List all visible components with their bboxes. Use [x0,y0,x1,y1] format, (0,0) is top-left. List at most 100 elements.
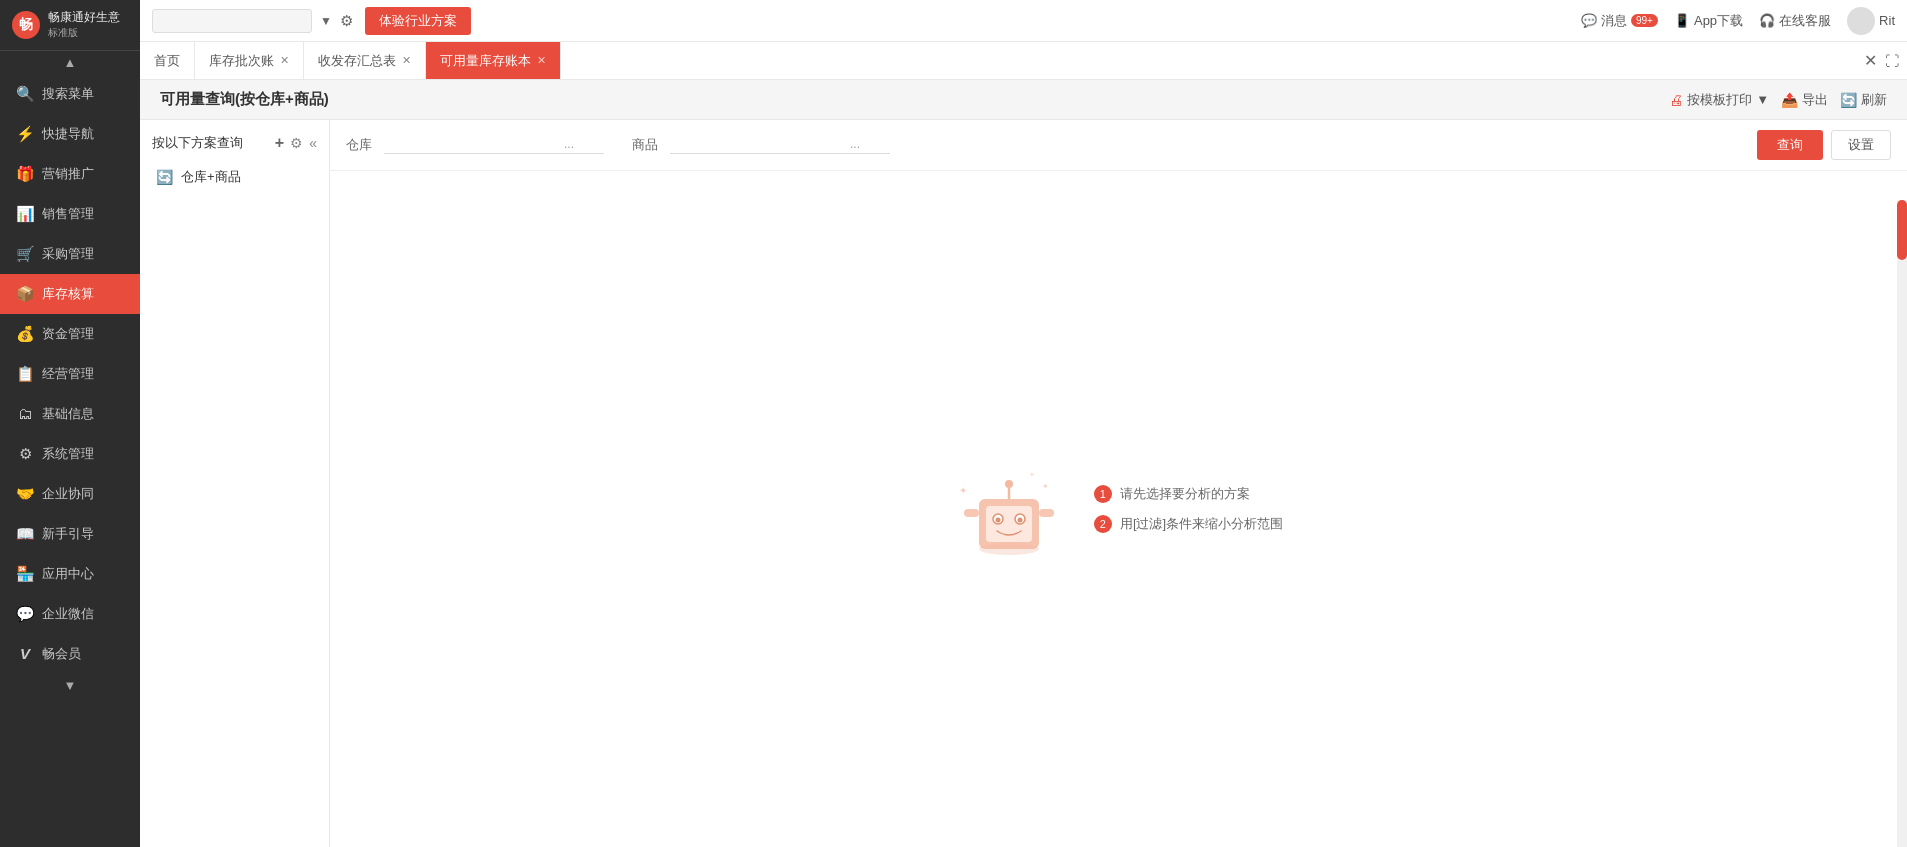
export-label: 导出 [1802,91,1828,109]
svg-point-8 [1005,480,1013,488]
tab-bar-right: ✕ ⛶ [1864,51,1907,70]
export-btn[interactable]: 📤 导出 [1781,91,1828,109]
scheme-settings-btn[interactable]: ⚙ [290,135,303,151]
search-icon: 🔍 [16,85,34,103]
collapse-panel-btn[interactable]: « [309,135,317,151]
refresh-icon: 🔄 [1840,92,1857,108]
header-dropdown-btn[interactable]: ▼ [320,14,332,28]
template-print-arrow: ▼ [1756,92,1769,107]
tab-batch-ledger[interactable]: 库存批次账 ✕ [195,42,304,79]
right-scrollbar[interactable] [1897,200,1907,847]
query-btn[interactable]: 查询 [1757,130,1823,160]
tab-home-label: 首页 [154,52,180,70]
folder-icon: 🗂 [16,405,34,422]
sidebar-item-system[interactable]: ⚙ 系统管理 [0,434,140,474]
sidebar-item-marketing[interactable]: 🎁 营销推广 [0,154,140,194]
tab-close-batch[interactable]: ✕ [280,54,289,67]
filter-bar: 仓库 ... 商品 ... 查询 设置 [330,120,1907,171]
print-icon: 🖨 [1669,92,1683,108]
export-icon: 📤 [1781,92,1798,108]
sidebar-item-wechat[interactable]: 💬 企业微信 [0,594,140,634]
sidebar-item-enterprise[interactable]: 🤝 企业协同 [0,474,140,514]
empty-text: 1 请先选择要分析的方案 2 用[过滤]条件来缩小分析范围 [1094,485,1283,533]
empty-illustration: ✦ ✦ ✦ [954,459,1064,559]
product-input[interactable] [670,136,850,151]
store-icon: 🏪 [16,565,34,583]
sidebar-item-newbie[interactable]: 📖 新手引导 [0,514,140,554]
main-area: ▼ ⚙ 体验行业方案 💬 消息 99+ 📱 App下载 🎧 在线客服 Rit [140,0,1907,847]
sidebar-item-inventory[interactable]: 📦 库存核算 [0,274,140,314]
user-avatar-btn[interactable]: Rit [1847,7,1895,35]
page-header: 可用量查询(按仓库+商品) 🖨 按模板打印 ▼ 📤 导出 🔄 刷新 [140,80,1907,120]
tab-close-receipt[interactable]: ✕ [402,54,411,67]
tab-close-available[interactable]: ✕ [537,54,546,67]
sidebar-item-search[interactable]: 🔍 搜索菜单 [0,74,140,114]
refresh-btn[interactable]: 🔄 刷新 [1840,91,1887,109]
tab-batch-label: 库存批次账 [209,52,274,70]
sidebar-item-shortcut[interactable]: ⚡ 快捷导航 [0,114,140,154]
brand-icon: 畅 [12,11,40,39]
sidebar-scroll-down[interactable]: ▼ [0,674,140,697]
message-icon: 💬 [1581,13,1597,28]
brand-name: 畅康通好生意 [48,10,120,26]
tab-available-qty[interactable]: 可用量库存账本 ✕ [426,42,561,79]
tab-home[interactable]: 首页 [140,42,195,79]
tab-bar-expand-btn[interactable]: ⛶ [1885,53,1899,69]
product-more-btn[interactable]: ... [850,137,860,151]
warehouse-input[interactable] [384,136,564,151]
warehouse-more-btn[interactable]: ... [564,137,574,151]
add-scheme-btn[interactable]: + [275,134,284,152]
industry-solution-btn[interactable]: 体验行业方案 [365,7,471,35]
left-panel: 按以下方案查询 + ⚙ « 🔄 仓库+商品 [140,120,330,847]
tab-receipt-summary[interactable]: 收发存汇总表 ✕ [304,42,426,79]
warehouse-filter-label: 仓库 [346,136,372,154]
template-print-label: 按模板打印 [1687,91,1752,109]
sidebar-scroll-up[interactable]: ▲ [0,51,140,74]
product-filter-label: 商品 [632,136,658,154]
book-icon: 📖 [16,525,34,543]
sidebar-item-label: 库存核算 [42,285,94,303]
sidebar-brand: 畅 畅康通好生意 标准版 [0,0,140,51]
header-search-input[interactable] [152,9,312,33]
step-1-num: 1 [1094,485,1112,503]
app-download-btn[interactable]: 📱 App下载 [1674,12,1743,30]
sidebar-item-operations[interactable]: 📋 经营管理 [0,354,140,394]
username-label: Rit [1879,13,1895,28]
sidebar-item-label: 企业协同 [42,485,94,503]
tab-bar: 首页 库存批次账 ✕ 收发存汇总表 ✕ 可用量库存账本 ✕ ✕ ⛶ [140,42,1907,80]
top-header: ▼ ⚙ 体验行业方案 💬 消息 99+ 📱 App下载 🎧 在线客服 Rit [140,0,1907,42]
sidebar-item-member[interactable]: V 畅会员 [0,634,140,674]
svg-point-6 [1017,518,1022,523]
step-2-num: 2 [1094,515,1112,533]
content-area: 按以下方案查询 + ⚙ « 🔄 仓库+商品 仓库 ... [140,120,1907,847]
sidebar-item-label: 畅会员 [42,645,81,663]
sidebar-item-label: 系统管理 [42,445,94,463]
message-btn[interactable]: 💬 消息 99+ [1581,12,1658,30]
tab-bar-close-btn[interactable]: ✕ [1864,51,1877,70]
brand-tag: 标准版 [48,26,120,40]
filter-right-actions: 查询 设置 [1757,130,1891,160]
product-input-wrapper: ... [670,136,890,154]
sidebar-item-basic[interactable]: 🗂 基础信息 [0,394,140,434]
sidebar-item-finance[interactable]: 💰 资金管理 [0,314,140,354]
online-service-label: 在线客服 [1779,12,1831,30]
sidebar-item-purchase[interactable]: 🛒 采购管理 [0,234,140,274]
tab-receipt-label: 收发存汇总表 [318,52,396,70]
sidebar-nav: ▲ 🔍 搜索菜单 ⚡ 快捷导航 🎁 营销推广 📊 销售管理 🛒 采购管理 📦 库… [0,51,140,847]
right-panel: 仓库 ... 商品 ... 查询 设置 [330,120,1907,847]
template-print-btn[interactable]: 🖨 按模板打印 ▼ [1669,91,1769,109]
filter-settings-btn[interactable]: 设置 [1831,130,1891,160]
header-gear-btn[interactable]: ⚙ [340,12,353,30]
online-service-btn[interactable]: 🎧 在线客服 [1759,12,1831,30]
page-title: 可用量查询(按仓库+商品) [160,90,329,109]
member-v-icon: V [16,645,34,662]
sidebar-item-label: 经营管理 [42,365,94,383]
sidebar-item-label: 搜索菜单 [42,85,94,103]
sidebar-item-apps[interactable]: 🏪 应用中心 [0,554,140,594]
avatar [1847,7,1875,35]
sidebar-item-label: 营销推广 [42,165,94,183]
sidebar-item-sales[interactable]: 📊 销售管理 [0,194,140,234]
scheme-item-warehouse-product[interactable]: 🔄 仓库+商品 [140,160,329,194]
warehouse-input-wrapper: ... [384,136,604,154]
handshake-icon: 🤝 [16,485,34,503]
